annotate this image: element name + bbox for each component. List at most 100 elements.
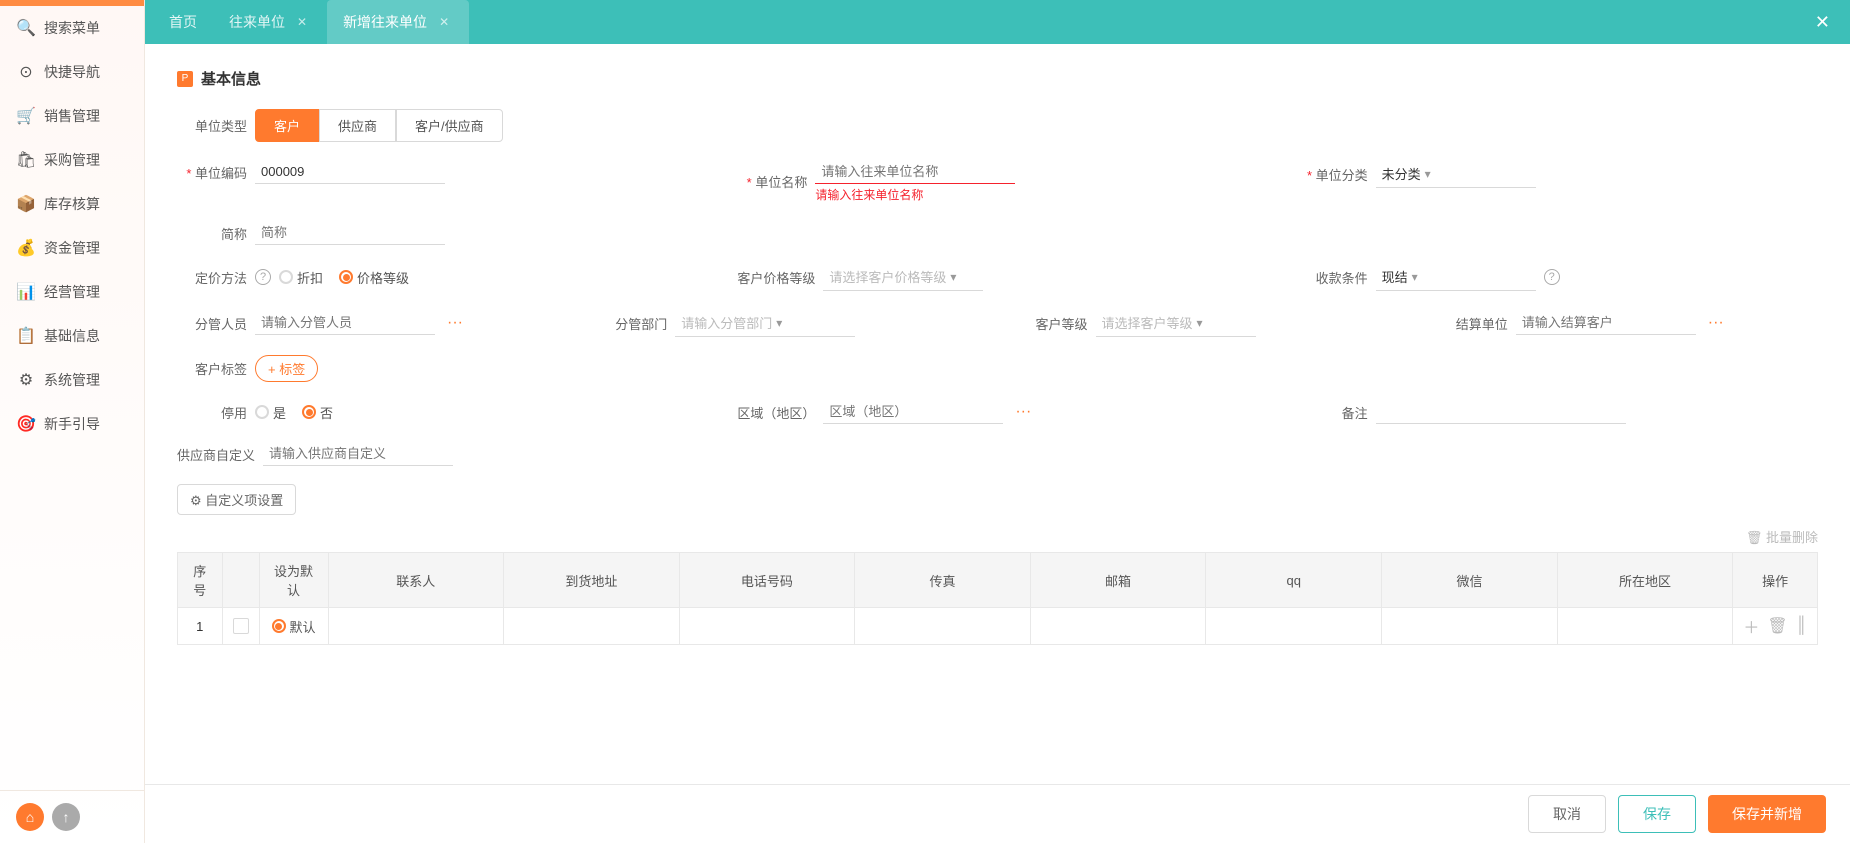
tab-home[interactable]: 首页 [153,0,213,44]
sidebar-item-finance[interactable]: 💰 资金管理 [0,226,144,270]
unit-category-select[interactable]: 未分类 ▾ [1376,160,1536,188]
customer-price-level-select[interactable]: 请选择客户价格等级 ▾ [823,263,983,291]
sidebar-btn-1[interactable]: ⌂ [16,803,44,831]
supplier-custom-label: 供应商自定义 [177,445,255,464]
system-icon: ⚙ [16,370,36,390]
address-input[interactable] [514,614,669,638]
radio-disabled-no[interactable]: 否 [302,403,333,422]
qq-input[interactable] [1216,614,1371,638]
row-actions: ＋ 🗑 ║ [1743,614,1807,638]
sidebar-item-system[interactable]: ⚙ 系统管理 [0,358,144,402]
settlement-unit-more-btn[interactable]: ··· [1704,314,1728,332]
region-input[interactable] [823,400,1003,424]
td-wechat[interactable] [1382,608,1558,645]
radio-yes-label: 是 [273,403,286,422]
row-region-input[interactable] [1568,614,1723,638]
content-area: P 基本信息 单位类型 客户 供应商 客户/供应商 单位编码 单位名称 [145,44,1850,784]
supplier-custom-input[interactable] [263,442,453,466]
radio-disabled-yes[interactable]: 是 [255,403,286,422]
sidebar-item-label: 新手引导 [44,414,100,434]
region-more-btn[interactable]: ··· [1011,403,1035,421]
shortname-field: 简称 [177,221,1818,245]
row-code-name-cat: 单位编码 单位名称 请输入往来单位名称 单位分类 未分类 ▾ [177,160,1818,203]
sidebar-item-basic[interactable]: 📋 基础信息 [0,314,144,358]
supervisor-input[interactable] [255,311,435,335]
sidebar-item-label: 采购管理 [44,150,100,170]
contact-input[interactable] [339,614,494,638]
tab-new-partner-close[interactable]: ✕ [435,13,453,31]
customer-tag-label: 客户标签 [177,359,247,378]
sidebar-item-sales[interactable]: 🛒 销售管理 [0,94,144,138]
unit-name-error: 请输入往来单位名称 [815,186,1015,203]
unit-code-field: 单位编码 [177,160,697,184]
row-supplier-custom: 供应商自定义 [177,442,1818,466]
td-address[interactable] [504,608,680,645]
sidebar-item-search[interactable]: 🔍 搜索菜单 [0,6,144,50]
sidebar-item-inventory[interactable]: 📦 库存核算 [0,182,144,226]
customer-price-level-label: 客户价格等级 [737,268,815,287]
remark-input[interactable] [1376,400,1626,424]
sidebar-btn-2[interactable]: ↑ [52,803,80,831]
tabbar: 首页 往来单位 ✕ 新增往来单位 ✕ ✕ [145,0,1850,44]
settlement-unit-input[interactable] [1516,311,1696,335]
radio-price-level-label: 价格等级 [357,268,409,287]
pricing-help-icon[interactable]: ? [255,269,271,285]
sidebar-item-operations[interactable]: 📊 经营管理 [0,270,144,314]
unit-name-input[interactable] [815,160,1015,184]
unit-name-label: 单位名称 [737,172,807,191]
save-new-button[interactable]: 保存并新增 [1708,795,1826,833]
cancel-button[interactable]: 取消 [1528,795,1606,833]
unit-code-input[interactable] [255,160,445,184]
supervisor-more-btn[interactable]: ··· [443,314,467,332]
td-region[interactable] [1557,608,1733,645]
sidebar-item-quicknav[interactable]: ⊙ 快捷导航 [0,50,144,94]
td-email[interactable] [1030,608,1206,645]
td-phone[interactable] [679,608,855,645]
payment-terms-field: 收款条件 现结 ▾ ? [1298,263,1818,291]
quicknav-icon: ⊙ [16,62,36,82]
tab-partner-close[interactable]: ✕ [293,13,311,31]
row-checkbox[interactable] [233,618,249,634]
add-tag-button[interactable]: + 标签 [255,355,318,382]
tab-new-partner[interactable]: 新增往来单位 ✕ [327,0,469,44]
phone-input[interactable] [690,614,845,638]
unit-btn-customer[interactable]: 客户 [255,109,319,142]
customer-level-chevron: ▾ [1197,316,1203,330]
unit-category-label: 单位分类 [1298,165,1368,184]
sidebar-item-guide[interactable]: 🎯 新手引导 [0,402,144,446]
th-no: 序号 [178,553,223,608]
wechat-input[interactable] [1392,614,1547,638]
row-add-icon[interactable]: ＋ [1743,614,1759,638]
td-contact[interactable] [328,608,504,645]
payment-terms-select[interactable]: 现结 ▾ [1376,263,1536,291]
department-select[interactable]: 请输入分管部门 ▾ [675,309,855,337]
radio-discount[interactable]: 折扣 [279,268,323,287]
td-fax[interactable] [855,608,1031,645]
department-placeholder: 请输入分管部门 [681,313,772,332]
payment-terms-help-icon[interactable]: ? [1544,269,1560,285]
row-delete-icon[interactable]: 🗑 [1767,616,1787,636]
tabbar-close-all[interactable]: ✕ [1803,12,1842,33]
sidebar-item-label: 快捷导航 [44,62,100,82]
radio-discount-circle [279,270,293,284]
search-icon: 🔍 [16,18,36,38]
department-label: 分管部门 [597,314,667,333]
sidebar-item-purchase[interactable]: 🛍 采购管理 [0,138,144,182]
customer-level-select[interactable]: 请选择客户等级 ▾ [1096,309,1256,337]
radio-price-level-circle [339,270,353,284]
custom-setting-button[interactable]: ⚙ 自定义项设置 [177,484,296,515]
tab-partner[interactable]: 往来单位 ✕ [213,0,327,44]
row-default-radio[interactable]: 默认 [270,617,318,636]
unit-btn-both[interactable]: 客户/供应商 [396,109,503,142]
radio-price-level[interactable]: 价格等级 [339,268,409,287]
save-button[interactable]: 保存 [1618,795,1696,833]
email-input[interactable] [1041,614,1196,638]
customer-level-placeholder: 请选择客户等级 [1102,313,1193,332]
tab-new-partner-label: 新增往来单位 [343,12,427,32]
unit-btn-supplier[interactable]: 供应商 [319,109,396,142]
batch-delete-btn[interactable]: 🗑 批量删除 [1746,530,1818,545]
remark-field: 备注 [1298,400,1818,424]
td-qq[interactable] [1206,608,1382,645]
fax-input[interactable] [865,614,1020,638]
shortname-input[interactable] [255,221,445,245]
